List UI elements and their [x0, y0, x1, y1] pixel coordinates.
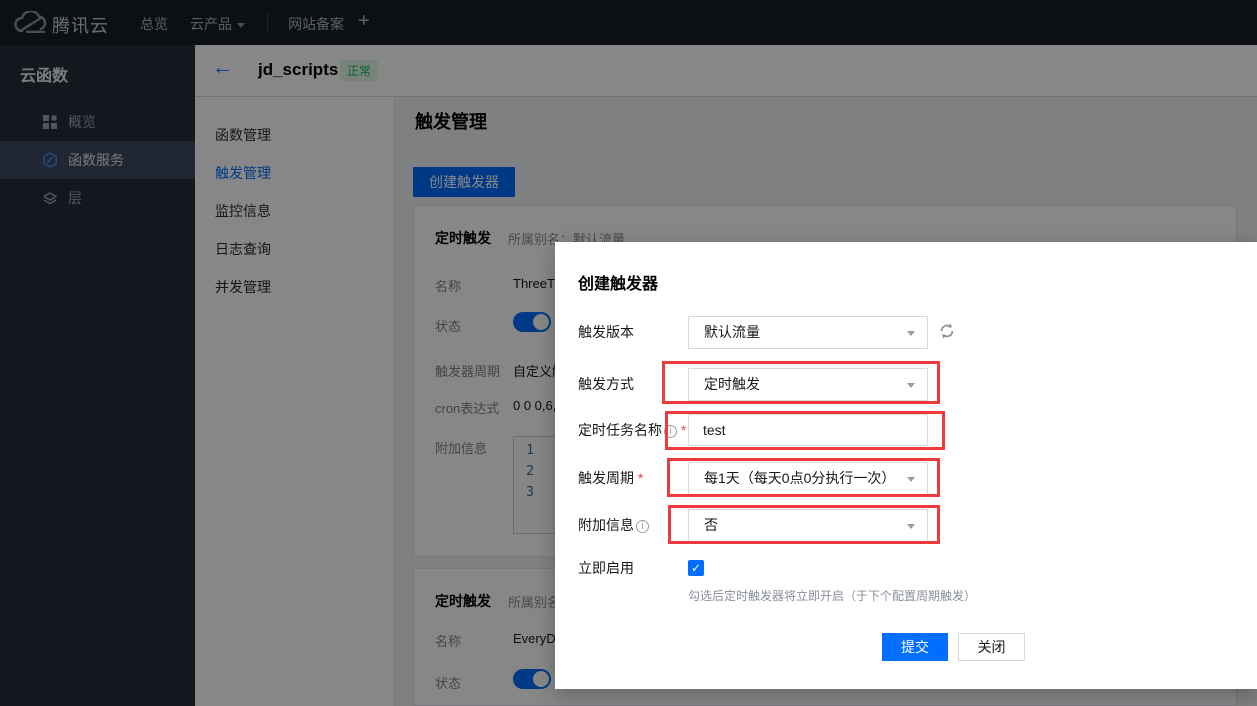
create-trigger-modal: 创建触发器 触发版本 默认流量 触发方式 定时触发 定时任务名称 * 触发周期 …	[555, 242, 1257, 689]
field-row-version: 触发版本 默认流量	[555, 316, 1257, 349]
chevron-down-icon	[907, 383, 915, 392]
version-select[interactable]: 默认流量	[688, 316, 928, 349]
modal-title: 创建触发器	[578, 270, 658, 294]
refresh-icon[interactable]	[938, 322, 956, 340]
info-icon	[664, 425, 677, 438]
enable-hint: 勾选后定时触发器将立即开启（于下个配置周期触发）	[688, 587, 976, 604]
submit-button[interactable]: 提交	[882, 633, 948, 661]
enable-hint-row: 勾选后定时触发器将立即开启（于下个配置周期触发）	[555, 587, 1257, 603]
method-select[interactable]: 定时触发	[688, 368, 928, 401]
field-row-extra: 附加信息 否	[555, 509, 1257, 542]
required-asterisk: *	[638, 470, 643, 486]
extra-select[interactable]: 否	[688, 509, 928, 542]
check-icon: ✓	[691, 561, 701, 575]
enable-checkbox[interactable]: ✓	[688, 560, 704, 576]
field-row-cycle: 触发周期 * 每1天（每天0点0分执行一次）	[555, 462, 1257, 495]
field-row-enable: 立即启用 ✓	[555, 557, 1257, 579]
chevron-down-icon	[907, 477, 915, 486]
cycle-label: 触发周期 *	[578, 462, 698, 495]
info-icon	[636, 520, 649, 533]
field-row-method: 触发方式 定时触发	[555, 368, 1257, 401]
field-row-task-name: 定时任务名称 *	[555, 414, 1257, 447]
method-label: 触发方式	[578, 368, 698, 401]
task-name-input[interactable]	[688, 414, 928, 446]
required-asterisk: *	[681, 422, 686, 438]
chevron-down-icon	[907, 331, 915, 340]
enable-label: 立即启用	[578, 557, 698, 579]
close-button[interactable]: 关闭	[958, 633, 1025, 661]
task-name-label: 定时任务名称 *	[578, 414, 698, 447]
chevron-down-icon	[907, 524, 915, 533]
extra-label: 附加信息	[578, 509, 698, 542]
version-label: 触发版本	[578, 316, 698, 349]
cycle-select[interactable]: 每1天（每天0点0分执行一次）	[688, 462, 928, 495]
